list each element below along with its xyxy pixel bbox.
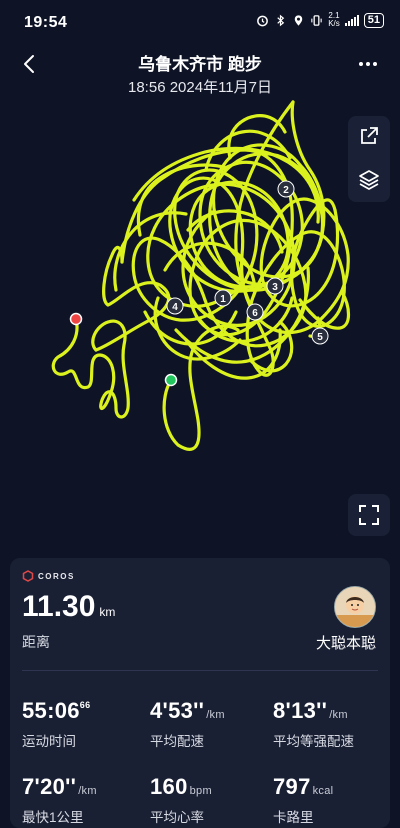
- location-icon: [294, 14, 303, 26]
- metric-fastest-km-unit: /km: [78, 785, 97, 797]
- alarm-icon: [257, 15, 269, 26]
- km-marker-6-label: 6: [252, 308, 258, 319]
- km-marker-5-label: 5: [317, 332, 323, 343]
- avatar-image: [335, 587, 375, 627]
- distance-value-row: 11.30 km: [22, 590, 115, 624]
- metric-grade-adjusted-pace-label: 平均等强配速: [273, 734, 354, 749]
- metric-fastest-km-value-row: 7'20''/km: [22, 774, 97, 800]
- km-marker-3: 3: [266, 277, 284, 295]
- coros-logo-icon: [22, 570, 34, 582]
- battery-icon: 51: [363, 12, 384, 28]
- metric-avg-heart-rate-unit: bpm: [189, 785, 212, 797]
- status-time: 19:54: [24, 14, 68, 31]
- metric-duration-fraction: 66: [79, 700, 91, 710]
- status-icons: 2.1 K/s 51: [256, 12, 384, 28]
- route-map[interactable]: 1 2 3 4 5 6: [0, 100, 400, 555]
- header: 乌鲁木齐市 跑步 18:56 2024年11月7日: [0, 46, 400, 100]
- distance-unit: km: [99, 605, 116, 619]
- metric-calories-value-row: 797 kcal: [273, 774, 333, 800]
- signal-icon: [344, 14, 359, 26]
- distance-value: 11.30: [22, 590, 96, 623]
- metric-avg-pace-label: 平均配速: [150, 734, 204, 749]
- km-marker-5: 5: [311, 327, 329, 345]
- page-title: 乌鲁木齐市 跑步: [138, 55, 262, 74]
- km-marker-1: 1: [214, 289, 232, 307]
- vibrate-icon: [311, 14, 322, 26]
- network-speed: 2.1 K/s: [328, 12, 340, 28]
- metric-calories-unit: kcal: [312, 785, 334, 797]
- metric-calories: 797 kcal 卡路里: [273, 774, 333, 826]
- divider: [22, 670, 378, 671]
- brand-name: COROS: [38, 571, 75, 581]
- metric-grade-adjusted-pace: 8'13''/km 平均等强配速: [273, 698, 354, 750]
- km-marker-2: 2: [277, 180, 295, 198]
- km-marker-4-label: 4: [172, 302, 178, 313]
- distance-label: 距离: [22, 634, 50, 650]
- km-marker-3-label: 3: [272, 282, 278, 293]
- share-icon[interactable]: [357, 124, 381, 148]
- metric-duration-value: 55:06: [22, 698, 80, 723]
- layers-icon[interactable]: [357, 168, 381, 192]
- avatar[interactable]: [334, 586, 376, 628]
- end-marker: [69, 312, 83, 326]
- metric-avg-heart-rate-label: 平均心率: [150, 810, 204, 825]
- metric-grade-adjusted-pace-value-row: 8'13''/km: [273, 698, 354, 724]
- metric-fastest-km-label: 最快1公里: [22, 810, 84, 825]
- route-svg: 1 2 3 4 5 6: [51, 100, 351, 451]
- metric-avg-heart-rate-value-row: 160 bpm: [150, 774, 212, 800]
- metric-duration-label: 运动时间: [22, 734, 76, 749]
- metric-avg-pace-value-row: 4'53''/km: [150, 698, 225, 724]
- fullscreen-icon: [359, 505, 379, 525]
- km-marker-2-label: 2: [283, 185, 289, 196]
- activity-datetime: 18:56 2024年11月7日: [128, 79, 272, 96]
- map-toolbar: [348, 116, 390, 202]
- metric-avg-heart-rate: 160 bpm 平均心率: [150, 774, 212, 826]
- km-marker-4: 4: [166, 297, 184, 315]
- metric-fastest-km-value: 7'20'': [22, 774, 77, 799]
- status-bar: 19:54 2.1 K/s 51: [0, 0, 400, 46]
- metric-calories-label: 卡路里: [273, 810, 314, 825]
- fullscreen-button[interactable]: [348, 494, 390, 536]
- bluetooth-icon: [277, 14, 285, 26]
- route-path: [51, 100, 351, 451]
- metric-avg-pace: 4'53''/km 平均配速: [150, 698, 225, 750]
- metric-avg-pace-unit: /km: [206, 709, 225, 721]
- start-marker: [164, 373, 178, 387]
- metric-avg-heart-rate-value: 160: [150, 774, 188, 799]
- metric-duration-value-row: 55:0666: [22, 698, 90, 724]
- metric-duration: 55:0666 运动时间: [22, 698, 90, 750]
- metric-grade-adjusted-pace-unit: /km: [329, 709, 348, 721]
- metric-fastest-km: 7'20''/km 最快1公里: [22, 774, 97, 826]
- metric-calories-value: 797: [273, 774, 311, 799]
- km-marker-1-label: 1: [220, 294, 226, 305]
- brand-logo: COROS: [22, 570, 75, 582]
- more-options-button[interactable]: [356, 52, 380, 76]
- metric-avg-pace-value: 4'53'': [150, 698, 205, 723]
- username[interactable]: 大聪本聪: [316, 632, 376, 653]
- km-marker-6: 6: [246, 303, 264, 321]
- summary-card: COROS 11.30 km 距离 大聪本聪 55:0666 运动时间 4'53'…: [10, 558, 390, 828]
- metric-grade-adjusted-pace-value: 8'13'': [273, 698, 328, 723]
- network-speed-unit: K/s: [328, 19, 340, 28]
